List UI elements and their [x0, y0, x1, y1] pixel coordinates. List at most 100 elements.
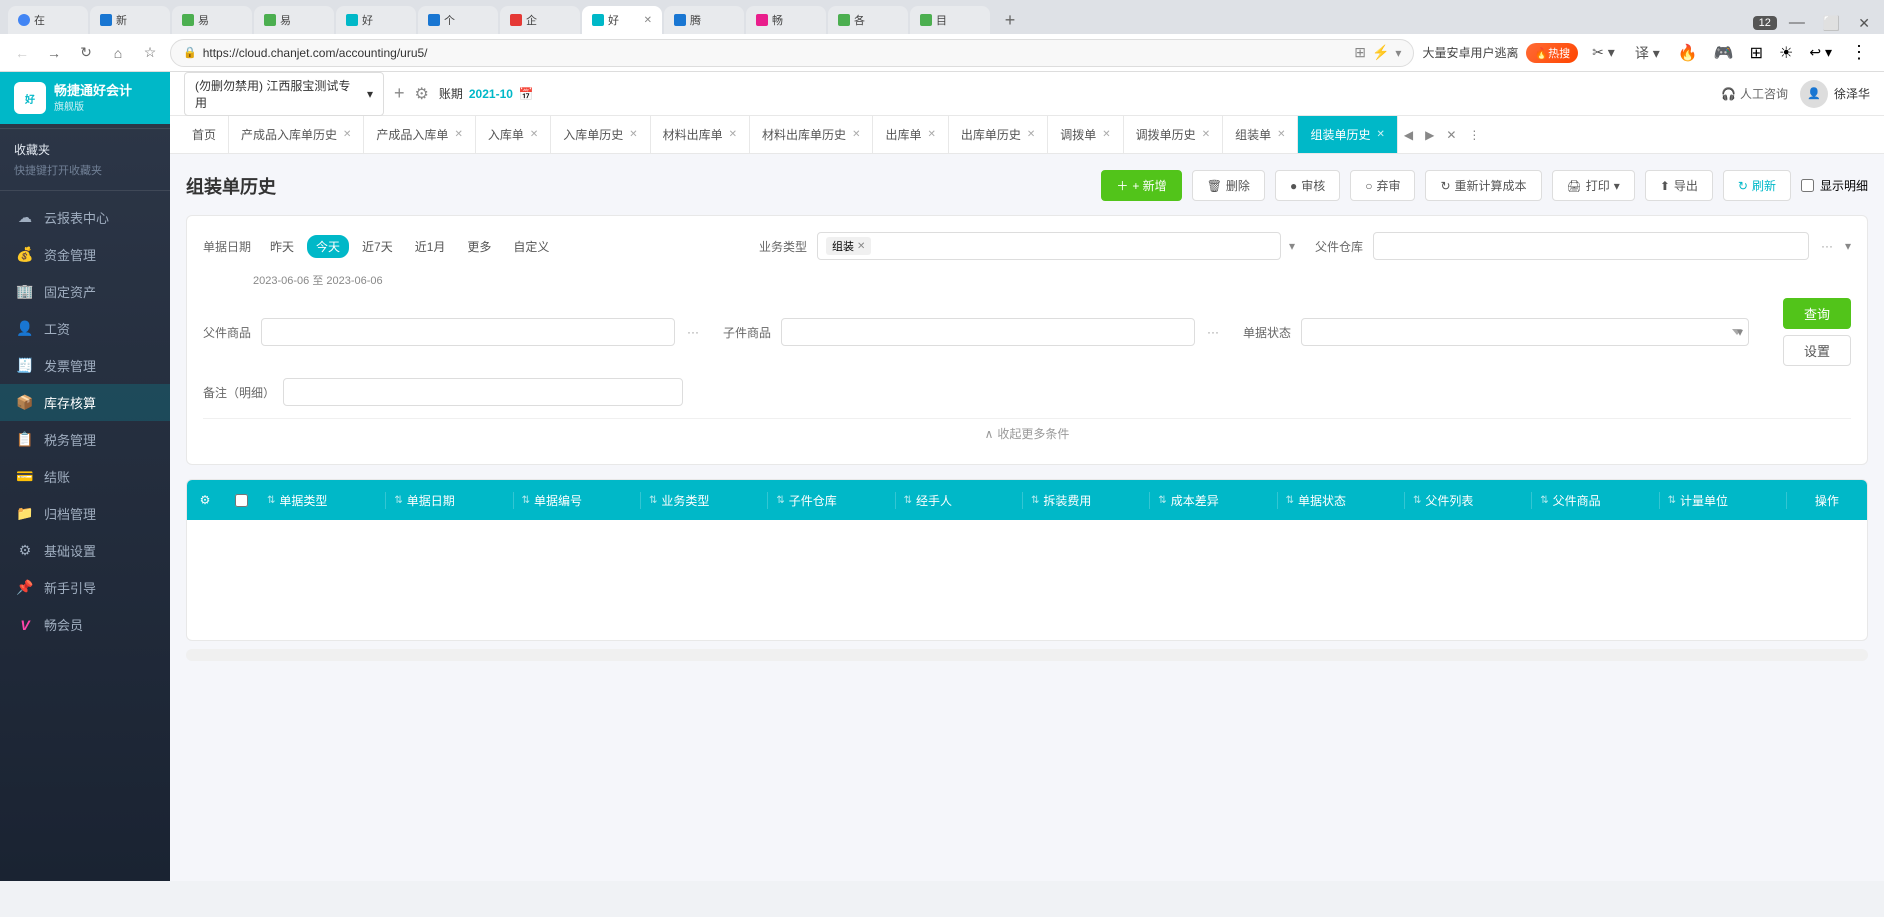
page-tab-out-close[interactable]: ✕ [927, 129, 935, 140]
th-child-warehouse[interactable]: ⇅ 子件仓库 [768, 492, 895, 509]
parent-product-more-icon[interactable]: ··· [683, 325, 703, 339]
reload-button[interactable]: ↻ [74, 41, 98, 65]
page-tab-assembly-history[interactable]: 组装单历史 ✕ [1298, 116, 1397, 154]
more-dates-btn[interactable]: 更多 [458, 235, 500, 258]
maximize-button[interactable]: ⬜ [1817, 13, 1846, 34]
page-tab-transfer-close[interactable]: ✕ [1102, 129, 1110, 140]
browser-tab-5[interactable]: 好 [336, 6, 416, 34]
page-tab-in-history[interactable]: 入库单历史 ✕ [551, 116, 650, 154]
address-bar[interactable]: 🔒 https://cloud.chanjet.com/accounting/u… [170, 39, 1414, 67]
page-tab-produce-in-close[interactable]: ✕ [454, 129, 462, 140]
delete-button[interactable]: 🗑 删除 [1192, 170, 1265, 201]
refresh-button[interactable]: ↻ 刷新 [1723, 170, 1791, 201]
th-status[interactable]: ⇅ 单据状态 [1278, 492, 1405, 509]
th-unit[interactable]: ⇅ 计量单位 [1660, 492, 1787, 509]
page-tab-assembly-history-close[interactable]: ✕ [1377, 129, 1385, 140]
sidebar-item-salary[interactable]: 👤 工资 [0, 310, 170, 347]
home-button[interactable]: ⌂ [106, 41, 130, 65]
settings-gear-icon[interactable]: ⚙ [415, 84, 429, 104]
notes-input[interactable] [283, 378, 683, 406]
menu-icon[interactable]: ⋮ [1844, 40, 1874, 65]
calendar-icon[interactable]: 📅 [519, 87, 534, 101]
page-tab-produce-in-history-close[interactable]: ✕ [343, 129, 351, 140]
custom-date-btn[interactable]: 自定义 [504, 235, 558, 258]
page-tab-in-history-close[interactable]: ✕ [629, 129, 637, 140]
back-button[interactable]: ← [10, 41, 34, 65]
grid-view-icon[interactable]: ⊞ [1746, 41, 1767, 65]
th-number[interactable]: ⇅ 单据编号 [514, 492, 641, 509]
recalculate-button[interactable]: ↻ 重新计算成本 [1425, 170, 1541, 201]
sidebar-item-inventory[interactable]: 📦 库存核算 [0, 384, 170, 421]
emoji-icon[interactable]: 🔥 [1674, 41, 1702, 65]
th-type[interactable]: ⇅ 单据类型 [259, 492, 386, 509]
page-tab-material-out-history-close[interactable]: ✕ [852, 129, 860, 140]
1month-btn[interactable]: 近1月 [406, 235, 455, 258]
show-detail-checkbox[interactable] [1801, 179, 1814, 192]
biz-type-tag-close[interactable]: ✕ [857, 241, 865, 252]
browser-tab-9[interactable]: 腾 [664, 6, 744, 34]
order-status-select[interactable]: 待审核 已审核 已弃审 [1301, 318, 1749, 346]
parent-warehouse-dropdown-icon[interactable]: ▾ [1845, 239, 1851, 253]
address-dropdown-icon[interactable]: ▾ [1395, 46, 1401, 60]
page-tab-produce-in-history[interactable]: 产成品入库单历史 ✕ [229, 116, 364, 154]
browser-tab-4[interactable]: 易 [254, 6, 334, 34]
page-tab-material-out[interactable]: 材料出库单 ✕ [651, 116, 750, 154]
table-select-all-checkbox[interactable] [223, 494, 259, 507]
sidebar-item-settings[interactable]: ⚙ 基础设置 [0, 532, 170, 569]
sidebar-item-invoice[interactable]: 🧾 发票管理 [0, 347, 170, 384]
translate-icon[interactable]: 译 ▾ [1629, 41, 1666, 65]
th-disassembly-fee[interactable]: ⇅ 拆装费用 [1023, 492, 1150, 509]
table-settings-icon[interactable]: ⚙ [187, 493, 223, 507]
page-tab-home[interactable]: 首页 [180, 116, 229, 154]
address-grid-icon[interactable]: ⊞ [1354, 44, 1366, 61]
sidebar-item-archive[interactable]: 📁 归档管理 [0, 495, 170, 532]
th-handler[interactable]: ⇅ 经手人 [896, 492, 1023, 509]
browser-tab-6[interactable]: 个 [418, 6, 498, 34]
add-company-button[interactable]: + [394, 83, 405, 104]
page-tab-assembly[interactable]: 组装单 ✕ [1223, 116, 1298, 154]
page-tab-produce-in[interactable]: 产成品入库单 ✕ [364, 116, 475, 154]
browser-tab-8-close[interactable]: ✕ [644, 15, 652, 26]
th-biz-type[interactable]: ⇅ 业务类型 [641, 492, 768, 509]
browser-tab-3[interactable]: 易 [172, 6, 252, 34]
minimize-button[interactable]: — [1783, 12, 1811, 34]
print-button[interactable]: 🖨 打印 ▾ [1552, 170, 1635, 201]
th-parent-list[interactable]: ⇅ 父件列表 [1405, 492, 1532, 509]
new-tab-button[interactable]: + [996, 6, 1024, 34]
browser-tab-1[interactable]: 在 [8, 6, 88, 34]
parent-product-input[interactable] [261, 318, 675, 346]
support-button[interactable]: 🎧 人工咨询 [1721, 85, 1788, 102]
forward-button[interactable]: → [42, 41, 66, 65]
user-area[interactable]: 👤 徐泽华 [1800, 80, 1870, 108]
page-tab-material-out-history[interactable]: 材料出库单历史 ✕ [750, 116, 873, 154]
yesterday-btn[interactable]: 昨天 [261, 235, 303, 258]
page-tab-in[interactable]: 入库单 ✕ [476, 116, 551, 154]
page-tab-out[interactable]: 出库单 ✕ [873, 116, 948, 154]
browser-tab-8[interactable]: 好 ✕ [582, 6, 662, 34]
page-tab-in-close[interactable]: ✕ [530, 129, 538, 140]
sidebar-item-tax[interactable]: 📋 税务管理 [0, 421, 170, 458]
sidebar-item-member[interactable]: V 畅会员 [0, 606, 170, 643]
abandon-button[interactable]: ○ 弃审 [1350, 170, 1415, 201]
sidebar-item-funds[interactable]: 💰 资金管理 [0, 236, 170, 273]
page-tab-transfer-history-close[interactable]: ✕ [1202, 129, 1210, 140]
page-tab-out-history[interactable]: 出库单历史 ✕ [949, 116, 1048, 154]
hot-search-button[interactable]: 🔥热搜 [1526, 43, 1578, 63]
browser-tab-11[interactable]: 各 [828, 6, 908, 34]
query-button[interactable]: 查询 [1783, 298, 1851, 329]
select-all-input[interactable] [235, 494, 248, 507]
filter-settings-button[interactable]: 设置 [1783, 335, 1851, 366]
th-date[interactable]: ⇅ 单据日期 [386, 492, 513, 509]
child-product-input[interactable] [781, 318, 1195, 346]
biz-type-dropdown-icon[interactable]: ▾ [1289, 239, 1295, 253]
tabs-menu[interactable]: ⋮ [1462, 128, 1486, 142]
sidebar-item-guide[interactable]: 📌 新手引导 [0, 569, 170, 606]
7days-btn[interactable]: 近7天 [353, 235, 402, 258]
export-button[interactable]: ⬆ 导出 [1645, 170, 1713, 201]
tabs-left-arrow[interactable]: ◀ [1398, 128, 1419, 142]
new-button[interactable]: ＋ + 新增 [1101, 170, 1181, 201]
biz-type-tag-input[interactable]: 组装 ✕ [817, 232, 1281, 260]
tabs-right-arrow[interactable]: ▶ [1419, 128, 1440, 142]
th-parent-product[interactable]: ⇅ 父件商品 [1532, 492, 1659, 509]
address-bolt-icon[interactable]: ⚡ [1372, 44, 1389, 61]
